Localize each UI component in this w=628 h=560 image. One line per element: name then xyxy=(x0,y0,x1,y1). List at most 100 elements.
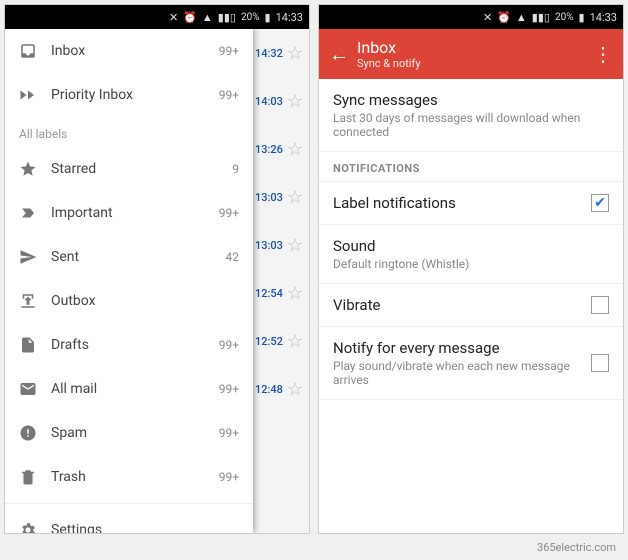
mail-time: 13:26 xyxy=(255,143,283,156)
drawer-item-count: 9 xyxy=(232,162,239,176)
setting-title: Vibrate xyxy=(333,296,581,314)
mail-time: 12:54 xyxy=(255,287,283,300)
mail-time: 13:03 xyxy=(255,191,283,204)
wifi-icon: ▲ xyxy=(202,11,213,24)
allmail-icon xyxy=(19,380,51,398)
setting-title: Sound xyxy=(333,237,609,255)
setting-title: Label notifications xyxy=(333,194,581,212)
drawer-item-outbox[interactable]: Outbox xyxy=(5,279,253,323)
mail-time: 14:32 xyxy=(255,47,283,60)
status-bar: ✕ ⏰ ▲ ▮▮▯ 20% ▮ 14:33 xyxy=(5,5,309,29)
signal-icon: ▮▮▯ xyxy=(532,11,550,24)
setting-subtitle: Play sound/vibrate when each new message… xyxy=(333,359,581,387)
inbox-list-background: 14:32☆14:03☆13:26☆13:03☆13:03☆12:54☆12:5… xyxy=(249,29,309,533)
drawer-item-count: 99+ xyxy=(219,426,239,440)
section-header: NOTIFICATIONS xyxy=(319,152,623,182)
drawer-item-star[interactable]: Starred9 xyxy=(5,147,253,191)
setting-title: Notify for every message xyxy=(333,339,581,357)
drawer-item-drafts[interactable]: Drafts99+ xyxy=(5,323,253,367)
alarm-icon: ⏰ xyxy=(183,11,197,24)
mail-row-peek[interactable]: 12:52 ☆ xyxy=(249,317,309,365)
vibrate-icon: ✕ xyxy=(169,11,178,24)
setting-row[interactable]: Label notifications ✔ xyxy=(319,182,623,225)
phone-right: ✕ ⏰ ▲ ▮▮▯ 20% ▮ 14:33 ← Inbox Sync & not… xyxy=(318,4,624,534)
wifi-icon: ▲ xyxy=(516,11,527,24)
star-icon[interactable]: ☆ xyxy=(287,331,303,352)
priority-icon xyxy=(19,86,51,104)
drawer-item-label: Trash xyxy=(51,469,219,485)
drawer-section-header: All labels xyxy=(5,117,253,147)
divider xyxy=(5,503,253,504)
drawer-item-label: Starred xyxy=(51,161,232,177)
status-bar: ✕ ⏰ ▲ ▮▮▯ 20% ▮ 14:33 xyxy=(319,5,623,29)
setting-row[interactable]: Sound Default ringtone (Whistle) xyxy=(319,225,623,284)
mail-row-peek[interactable]: 13:26 ☆ xyxy=(249,125,309,173)
drawer-item-priority[interactable]: Priority Inbox99+ xyxy=(5,73,253,117)
star-icon xyxy=(19,160,51,178)
drawer-item-spam[interactable]: Spam99+ xyxy=(5,411,253,455)
battery-icon: ▮ xyxy=(265,11,271,24)
drawer-item-inbox[interactable]: Inbox99+ xyxy=(5,29,253,73)
trash-icon xyxy=(19,468,51,486)
drawer-item-label: Priority Inbox xyxy=(51,87,219,103)
mail-row-peek[interactable]: 12:48☆ xyxy=(249,365,309,413)
drawer-item-trash[interactable]: Trash99+ xyxy=(5,455,253,499)
star-icon[interactable]: ☆ xyxy=(287,91,303,112)
battery-status: 20% xyxy=(555,12,574,23)
star-icon[interactable]: ☆ xyxy=(287,139,303,160)
drawer-item-count: 99+ xyxy=(219,338,239,352)
setting-row[interactable]: Sync messages Last 30 days of messages wi… xyxy=(319,79,623,152)
drawer-item-count: 99+ xyxy=(219,470,239,484)
drawer-item-label: Sent xyxy=(51,249,226,265)
clock: 14:33 xyxy=(276,11,303,24)
important-icon xyxy=(19,204,51,222)
battery-status: 20% xyxy=(241,12,260,23)
sent-icon xyxy=(19,248,51,266)
mail-time: 12:52 xyxy=(255,335,283,348)
drawer-item-label: Inbox xyxy=(51,43,219,59)
mail-row-peek[interactable]: 12:54 ☆ xyxy=(249,269,309,317)
signal-icon: ▮▮▯ xyxy=(218,11,236,24)
checkbox[interactable] xyxy=(591,296,609,314)
mail-row-peek[interactable]: 13:03 ☆ xyxy=(249,221,309,269)
drawer-item-important[interactable]: Important99+ xyxy=(5,191,253,235)
drawer-item-count: 99+ xyxy=(219,206,239,220)
star-icon[interactable]: ☆ xyxy=(287,379,303,400)
checkbox[interactable]: ✔ xyxy=(591,194,609,212)
mail-row-peek[interactable]: 13:03 ☆ xyxy=(249,173,309,221)
drawer-item-label: Spam xyxy=(51,425,219,441)
drawer-item-allmail[interactable]: All mail99+ xyxy=(5,367,253,411)
overflow-menu-icon[interactable]: ⋮ xyxy=(593,42,613,66)
checkbox[interactable] xyxy=(591,354,609,372)
setting-subtitle: Last 30 days of messages will download w… xyxy=(333,111,609,139)
clock: 14:33 xyxy=(590,11,617,24)
mail-row-peek[interactable]: 14:32 ☆ xyxy=(249,29,309,77)
drawer-item-label: Outbox xyxy=(51,293,239,309)
drafts-icon xyxy=(19,336,51,354)
drawer-item-settings[interactable]: Settings xyxy=(5,508,253,533)
setting-row[interactable]: Vibrate xyxy=(319,284,623,327)
drawer-item-label: Important xyxy=(51,205,219,221)
inbox-icon xyxy=(19,42,51,60)
page-subtitle: Sync & notify xyxy=(357,57,593,70)
drawer-item-label: Drafts xyxy=(51,337,219,353)
star-icon[interactable]: ☆ xyxy=(287,283,303,304)
drawer-item-count: 99+ xyxy=(219,382,239,396)
mail-row-peek[interactable]: 14:03☆ xyxy=(249,77,309,125)
setting-title: Sync messages xyxy=(333,91,609,109)
star-icon[interactable]: ☆ xyxy=(287,235,303,256)
drawer-item-label: All mail xyxy=(51,381,219,397)
drawer-item-label: Settings xyxy=(51,522,239,533)
action-bar: ← Inbox Sync & notify ⋮ xyxy=(319,29,623,79)
star-icon[interactable]: ☆ xyxy=(287,187,303,208)
setting-subtitle: Default ringtone (Whistle) xyxy=(333,257,609,271)
star-icon[interactable]: ☆ xyxy=(287,43,303,64)
settings-icon xyxy=(19,521,51,533)
vibrate-icon: ✕ xyxy=(483,11,492,24)
drawer-item-count: 99+ xyxy=(219,88,239,102)
mail-time: 13:03 xyxy=(255,239,283,252)
back-button[interactable]: ← xyxy=(329,42,357,67)
setting-row[interactable]: Notify for every message Play sound/vibra… xyxy=(319,327,623,400)
drawer-item-sent[interactable]: Sent42 xyxy=(5,235,253,279)
drawer-item-count: 99+ xyxy=(219,44,239,58)
